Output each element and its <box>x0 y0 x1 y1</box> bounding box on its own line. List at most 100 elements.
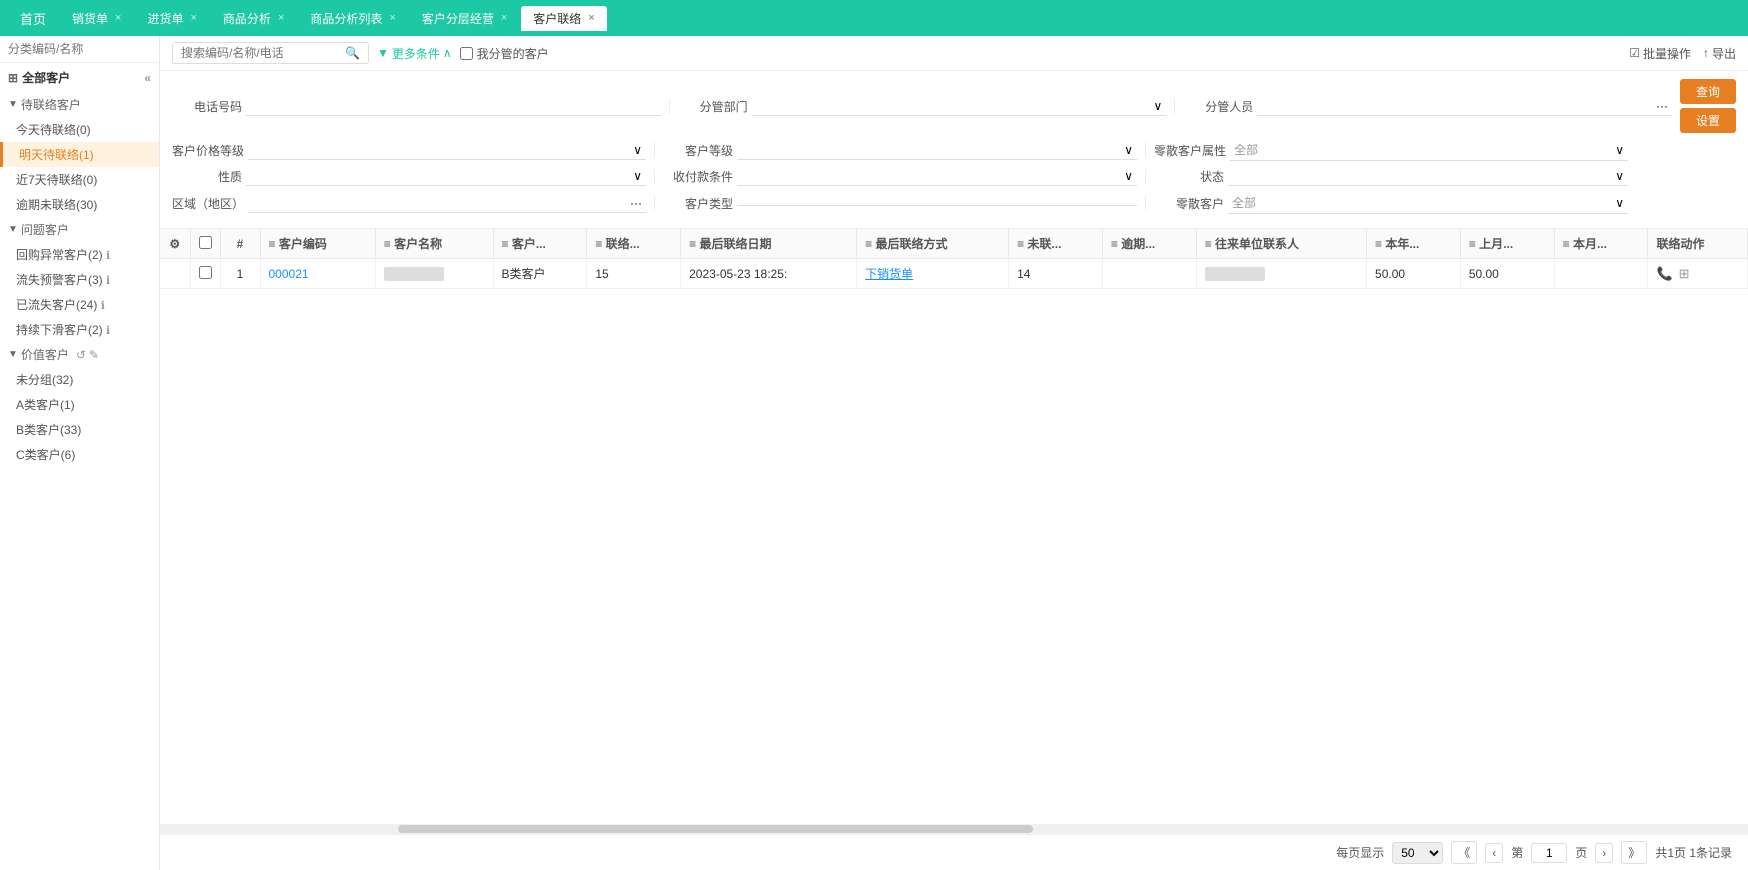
close-icon-3[interactable]: × <box>389 12 395 24</box>
row-code[interactable]: 000021 <box>260 259 375 289</box>
col-uncontacted: ≡ 未联... <box>1009 229 1103 259</box>
phone-icon[interactable]: 📞 <box>1656 266 1672 282</box>
filter-row-4: 区域（地区） ··· 客户类型 零散客户 <box>172 192 1736 214</box>
row-contact-count: 15 <box>587 259 681 289</box>
close-icon-5[interactable]: × <box>588 12 594 24</box>
nav-tab-1[interactable]: 进货单 × <box>135 6 208 31</box>
nav-home[interactable]: 首页 <box>8 5 58 32</box>
field-customer-type: 客户类型 <box>663 195 1137 212</box>
close-icon-0[interactable]: × <box>115 12 121 24</box>
all-customers[interactable]: ⊞ 全部客户 « <box>0 63 159 92</box>
filter-row-3: 性质 ∨ 收付款条件 ∨ 状态 <box>172 167 1736 186</box>
row-actions: 📞 ⊞ <box>1648 259 1748 289</box>
row-unit-contact <box>1196 259 1366 289</box>
my-customers-check[interactable] <box>460 47 473 60</box>
right-actions: ☑ 批量操作 ↑ 导出 <box>1629 45 1736 62</box>
search-icon-main[interactable]: 🔍 <box>345 46 360 60</box>
sidebar-item-ungroup[interactable]: 未分组(32) <box>0 367 159 392</box>
nav-tab-3[interactable]: 商品分析列表 × <box>298 6 407 31</box>
nature-select[interactable]: ∨ <box>246 167 646 186</box>
col-contact: ≡ 联络... <box>587 229 681 259</box>
prev-page-btn[interactable]: ‹ <box>1485 843 1503 863</box>
status-select[interactable]: ∨ <box>1228 167 1628 186</box>
col-overdue: ≡ 逾期... <box>1102 229 1196 259</box>
field-retail-attr: 零散客户属性 全部 ∨ <box>1154 139 1628 161</box>
col-num: # <box>220 229 260 259</box>
sidebar-item-tomorrow[interactable]: 明天待联络(1) <box>0 142 159 167</box>
content-area: 🔍 ▼ 更多条件 ∧ 我分管的客户 ☑ 批量操作 ↑ 导出 <box>160 36 1748 870</box>
sidebar-item-class-a[interactable]: A类客户(1) <box>0 392 159 417</box>
pagination: 每页显示 50 100 200 《 ‹ 第 页 › 》 共1页 1条记录 <box>160 834 1748 870</box>
table-header-row: ⚙ # ≡ 客户编码 ≡ 客户名称 ≡ 客户... ≡ 联络... ≡ 最后联络… <box>160 229 1748 259</box>
group-problem[interactable]: ▼ 问题客户 <box>0 217 159 242</box>
collapse-icon[interactable]: « <box>144 71 151 85</box>
batch-action-btn[interactable]: ☑ 批量操作 <box>1629 45 1691 62</box>
close-icon-4[interactable]: × <box>501 12 507 24</box>
grid-action-icon[interactable]: ⊞ <box>1679 266 1690 282</box>
filter-search-input[interactable] <box>181 46 341 60</box>
region-select[interactable]: ··· <box>248 194 646 213</box>
col-code: ≡ 客户编码 <box>260 229 375 259</box>
set-button[interactable]: 设置 <box>1680 108 1736 133</box>
main-layout: 🔍 ⊞ 全部客户 « ▼ 待联络客户 今天待联络(0) 明天待联络(1) 近7天… <box>0 36 1748 870</box>
grid-icon: ⊞ <box>8 71 18 85</box>
sidebar-item-declining[interactable]: 持续下滑客户(2) ℹ <box>0 317 159 342</box>
sidebar-item-today[interactable]: 今天待联络(0) <box>0 117 159 142</box>
sidebar-item-lost[interactable]: 已流失客户(24) ℹ <box>0 292 159 317</box>
chevron-down-icon-5: ∨ <box>633 169 642 183</box>
chevron-icon: ∧ <box>443 46 452 60</box>
last-page-btn[interactable]: 》 <box>1621 841 1647 864</box>
retail-customer-select[interactable]: 全部 ∨ <box>1228 192 1628 214</box>
col-checkbox[interactable] <box>190 229 220 259</box>
field-dept: 分管部门 ∨ <box>678 97 1167 116</box>
arrow-icon-3: ▼ <box>8 349 18 360</box>
group-value[interactable]: ▼ 价值客户 ↺ ✎ <box>0 342 159 367</box>
scroll-thumb[interactable] <box>398 825 1033 833</box>
sidebar-item-overdue[interactable]: 逾期未联络(30) <box>0 192 159 217</box>
manager-select[interactable]: ··· <box>1257 97 1672 116</box>
my-customers-checkbox[interactable]: 我分管的客户 <box>460 45 549 62</box>
col-gear[interactable]: ⚙ <box>160 229 190 259</box>
field-retail-customer: 零散客户 全部 ∨ <box>1154 192 1628 214</box>
customer-type-select[interactable] <box>737 201 1137 206</box>
payment-select[interactable]: ∨ <box>737 167 1137 186</box>
sidebar-item-warning[interactable]: 流失预警客户(3) ℹ <box>0 267 159 292</box>
row-name[interactable]: Ea <box>375 259 493 289</box>
row-gear <box>160 259 190 289</box>
group-pending[interactable]: ▼ 待联络客户 <box>0 92 159 117</box>
retail-attr-select[interactable]: 全部 ∨ <box>1230 139 1628 161</box>
customers-table: ⚙ # ≡ 客户编码 ≡ 客户名称 ≡ 客户... ≡ 联络... ≡ 最后联络… <box>160 229 1748 289</box>
row-type: B类客户 <box>493 259 587 289</box>
nav-tab-5[interactable]: 客户联络 × <box>521 6 606 31</box>
nav-tab-0[interactable]: 销货单 × <box>60 6 133 31</box>
per-page-select[interactable]: 50 100 200 <box>1392 842 1443 864</box>
select-all-checkbox[interactable] <box>199 236 212 249</box>
nav-tab-2[interactable]: 商品分析 × <box>211 6 296 31</box>
price-grade-select[interactable]: ∨ <box>248 141 646 160</box>
dept-select[interactable]: ∨ <box>752 97 1167 116</box>
row-last-way[interactable]: 下销货单 <box>857 259 1009 289</box>
horizontal-scrollbar[interactable] <box>160 824 1748 834</box>
sidebar-item-class-c[interactable]: C类客户(6) <box>0 442 159 467</box>
next-page-btn[interactable]: › <box>1595 843 1613 863</box>
page-input[interactable] <box>1531 843 1567 863</box>
row-checkbox[interactable] <box>190 259 220 289</box>
sidebar-search-input[interactable] <box>8 42 160 56</box>
row-this-year: 50.00 <box>1367 259 1461 289</box>
first-page-btn[interactable]: 《 <box>1451 841 1477 864</box>
nav-tab-4[interactable]: 客户分层经营 × <box>410 6 519 31</box>
close-icon-1[interactable]: × <box>190 12 196 24</box>
row-select-checkbox[interactable] <box>199 266 212 279</box>
phone-input[interactable] <box>246 97 661 116</box>
sidebar-item-abnormal[interactable]: 回购异常客户(2) ℹ <box>0 242 159 267</box>
sidebar-item-class-b[interactable]: B类客户(33) <box>0 417 159 442</box>
field-phone: 电话号码 <box>172 97 661 116</box>
customer-grade-select[interactable]: ∨ <box>737 141 1137 160</box>
query-button[interactable]: 查询 <box>1680 79 1736 104</box>
export-btn[interactable]: ↑ 导出 <box>1703 45 1736 62</box>
col-last-month: ≡ 上月... <box>1460 229 1554 259</box>
sidebar-item-7days[interactable]: 近7天待联络(0) <box>0 167 159 192</box>
close-icon-2[interactable]: × <box>278 12 284 24</box>
page-label: 第 <box>1511 844 1523 861</box>
more-conditions-btn[interactable]: ▼ 更多条件 ∧ <box>377 45 452 62</box>
